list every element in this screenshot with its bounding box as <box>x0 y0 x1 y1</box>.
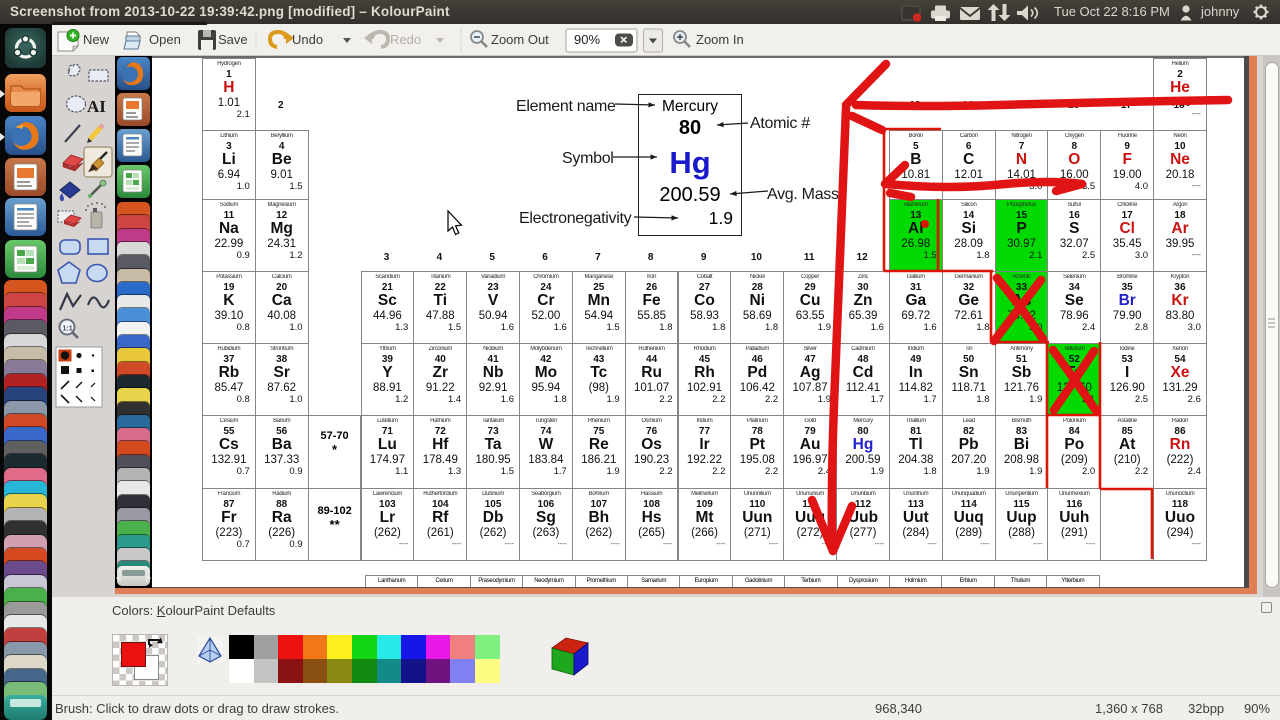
svg-text:1:1: 1:1 <box>63 326 73 333</box>
svg-text:AI: AI <box>87 97 106 116</box>
